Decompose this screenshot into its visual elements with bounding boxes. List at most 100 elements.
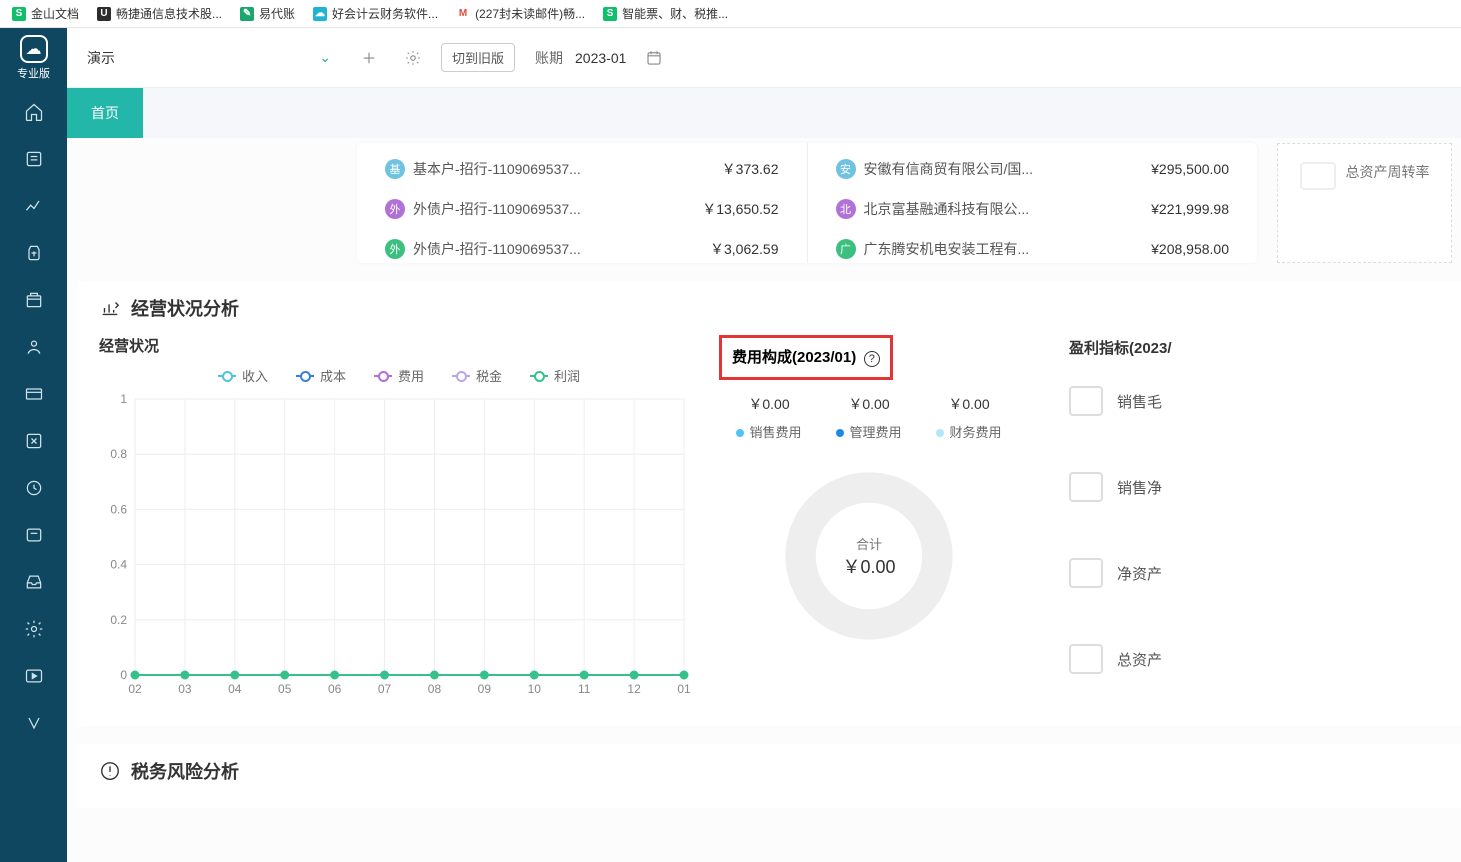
chart-legend: 收入 成本 费用 税金 利润 (99, 366, 699, 385)
account-row[interactable]: 基基本户-招行-1109069537... ￥373.62 (385, 149, 779, 189)
svg-text:01: 01 (677, 682, 691, 696)
svg-text:1: 1 (120, 392, 127, 406)
legend-item[interactable]: 成本 (296, 366, 346, 385)
tax-risk-panel: 税务风险分析 (77, 744, 1461, 808)
chart-plot[interactable]: 00.20.40.60.81020304050607080910111201 (99, 389, 694, 701)
profit-item[interactable]: 销售毛 (1069, 358, 1439, 444)
cost-legend: 销售费用 管理费用 财务费用 (719, 422, 1019, 441)
cost-values-row: ￥0.00 ￥0.00 ￥0.00 (719, 394, 1019, 414)
profit-indicators-panel: 盈利指标(2023/ 销售毛销售净净资产总资产 (1059, 335, 1439, 702)
account-badge-icon: 外 (385, 239, 405, 259)
donut-total-value: ￥0.00 (842, 553, 895, 579)
svg-text:04: 04 (228, 682, 242, 696)
period-value: 2023-01 (575, 50, 626, 66)
profit-item-label: 净资产 (1117, 563, 1162, 584)
svg-text:03: 03 (178, 682, 192, 696)
bookmark-item[interactable]: U畅捷通信息技术股... (97, 5, 222, 22)
left-nav-rail: ☁ 专业版 (0, 28, 67, 862)
bookmark-item[interactable]: ✎易代账 (240, 5, 295, 22)
chart-title: 经营状况 (99, 335, 699, 356)
nav-inbox-icon[interactable] (0, 558, 67, 605)
help-icon[interactable]: ? (864, 351, 880, 367)
org-selector[interactable]: 演示 ⌄ (77, 40, 341, 76)
bookmark-item[interactable]: S 金山文档 (12, 5, 79, 22)
legend-item[interactable]: 收入 (218, 366, 268, 385)
accounts-left-col: 基基本户-招行-1109069537... ￥373.62 外外债户-招行-1109… (357, 143, 807, 263)
profit-item[interactable]: 净资产 (1069, 530, 1439, 616)
account-amount: ￥13,650.52 (702, 199, 778, 219)
cost-title: 费用构成(2023/01) (732, 349, 856, 366)
legend-sales[interactable]: 销售费用 (736, 422, 801, 441)
stamp-icon (1300, 162, 1336, 190)
svg-text:11: 11 (578, 682, 591, 696)
profit-item[interactable]: 销售净 (1069, 444, 1439, 530)
bookmark-item[interactable]: S智能票、财、税推... (603, 5, 728, 22)
account-amount: ￥373.62 (722, 159, 779, 179)
legend-item[interactable]: 费用 (374, 366, 424, 385)
top-bar: 演示 ⌄ 切到旧版 账期 2023-01 (67, 28, 1461, 88)
bookmark-item[interactable]: M(227封未读邮件)畅... (456, 5, 585, 22)
legend-item[interactable]: 税金 (452, 366, 502, 385)
kpi-turnover-card[interactable]: 总资产周转率 (1277, 143, 1452, 263)
bookmark-icon: S (12, 7, 26, 21)
add-button[interactable] (353, 42, 385, 74)
legend-mgmt[interactable]: 管理费用 (836, 422, 901, 441)
donut-chart: 合计 ￥0.00 (719, 461, 1019, 651)
svg-text:12: 12 (627, 682, 641, 696)
svg-text:05: 05 (278, 682, 292, 696)
chevron-down-icon: ⌄ (319, 49, 331, 66)
svg-text:09: 09 (478, 682, 492, 696)
bookmark-label: 畅捷通信息技术股... (116, 5, 222, 22)
nav-closing-icon[interactable] (0, 464, 67, 511)
bookmark-label: 金山文档 (31, 5, 79, 22)
bookmark-item[interactable]: ☁好会计云财务软件... (313, 5, 438, 22)
switch-oldversion-button[interactable]: 切到旧版 (441, 43, 515, 72)
account-badge-icon: 基 (385, 159, 405, 179)
nav-report-icon[interactable] (0, 182, 67, 229)
account-name: 安徽有信商贸有限公司/国... (864, 159, 1034, 179)
accounts-right-col: 安安徽有信商贸有限公司/国...¥295,500.00北北京富基融通科技有限公.… (807, 143, 1258, 263)
account-name: 外债户-招行-1109069537... (413, 239, 581, 259)
nav-invoice-icon[interactable] (0, 370, 67, 417)
period-label: 账期 (535, 48, 563, 68)
profit-item-icon (1069, 558, 1103, 588)
gear-icon[interactable] (397, 42, 429, 74)
nav-v-icon[interactable] (0, 699, 67, 746)
nav-asset-icon[interactable] (0, 276, 67, 323)
tab-home[interactable]: 首页 (67, 88, 143, 138)
nav-salary-icon[interactable] (0, 323, 67, 370)
brand-label: 专业版 (17, 65, 50, 81)
nav-settings-icon[interactable] (0, 605, 67, 652)
app-logo: ☁ 专业版 (0, 28, 67, 88)
profit-title: 盈利指标(2023/ (1069, 337, 1439, 358)
nav-archive-icon[interactable] (0, 511, 67, 558)
account-row[interactable]: 北北京富基融通科技有限公...¥221,999.98 (836, 189, 1230, 229)
account-row[interactable]: 广广东腾安机电安装工程有...¥208,958.00 (836, 229, 1230, 269)
nav-home-icon[interactable] (0, 88, 67, 135)
nav-voucher-icon[interactable] (0, 135, 67, 182)
panel-title: 税务风险分析 (99, 758, 1439, 784)
nav-tax-icon[interactable] (0, 417, 67, 464)
analytics-icon (99, 297, 121, 319)
bookmark-icon: ✎ (240, 7, 254, 21)
account-name: 外债户-招行-1109069537... (413, 199, 581, 219)
account-row[interactable]: 外外债户-招行-1109069537...￥13,650.52 (385, 189, 779, 229)
legend-fin[interactable]: 财务费用 (936, 422, 1001, 441)
account-name: 基本户-招行-1109069537... (413, 159, 581, 179)
donut-total-label: 合计 (842, 534, 895, 553)
account-amount: ￥3,062.59 (710, 239, 779, 259)
account-amount: ¥208,958.00 (1151, 241, 1229, 257)
business-chart: 经营状况 收入成本费用税金利润 00.20.40.60.810203040506… (99, 335, 699, 702)
account-row[interactable]: 安安徽有信商贸有限公司/国...¥295,500.00 (836, 149, 1230, 189)
calendar-icon[interactable] (638, 42, 670, 74)
nav-cash-icon[interactable] (0, 229, 67, 276)
svg-text:02: 02 (128, 682, 142, 696)
account-row[interactable]: 外外债户-招行-1109069537... ￥3,062.59 (385, 229, 779, 269)
panel-title-text: 经营状况分析 (131, 295, 239, 321)
nav-video-icon[interactable] (0, 652, 67, 699)
cost-value-fin: ￥0.00 (948, 394, 989, 414)
profit-item[interactable]: 总资产 (1069, 616, 1439, 702)
bookmarks-bar: S 金山文档 U畅捷通信息技术股... ✎易代账 ☁好会计云财务软件... M(2… (0, 0, 1461, 28)
legend-item[interactable]: 利润 (530, 366, 580, 385)
account-badge-icon: 北 (836, 199, 856, 219)
